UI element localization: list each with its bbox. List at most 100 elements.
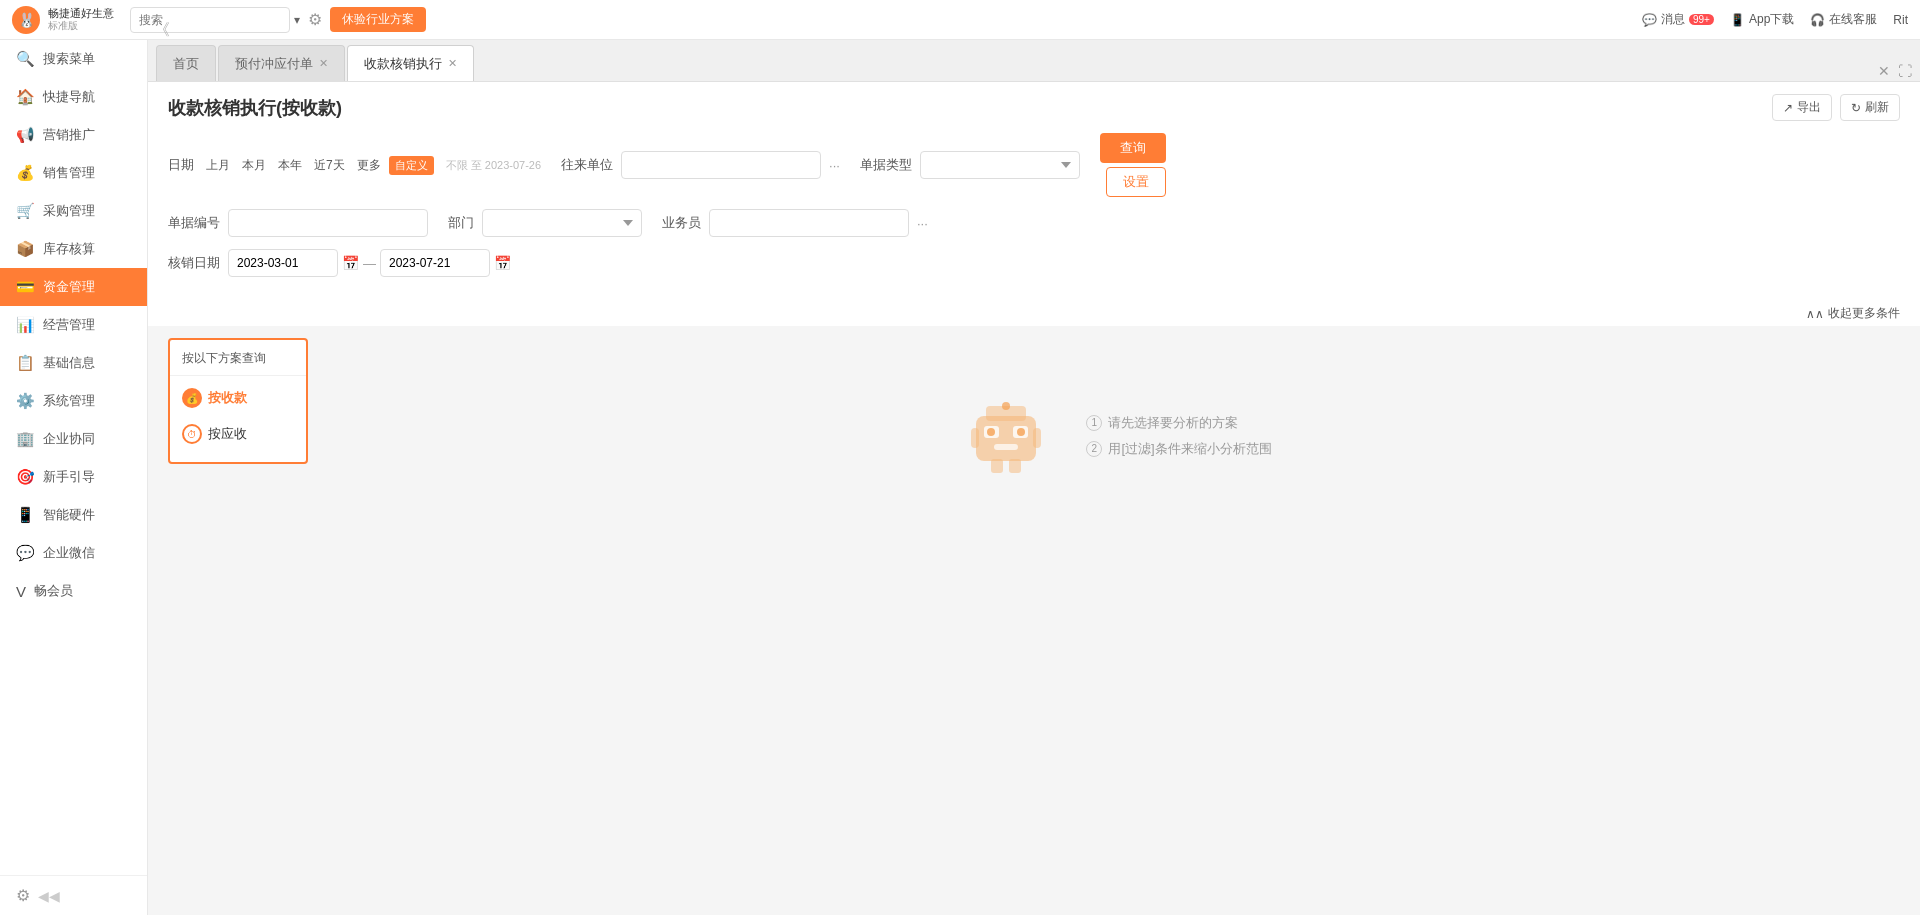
collapse-more-row: ∧∧ 收起更多条件 — [168, 301, 1900, 326]
doc-type-filter: 单据类型 — [860, 151, 1080, 179]
app-download-btn[interactable]: 📱 App下载 — [1730, 11, 1794, 28]
sidebar-item-wechat[interactable]: 💬 企业微信 — [0, 534, 147, 572]
sidebar-item-basic[interactable]: 📋 基础信息 — [0, 344, 147, 382]
sidebar-item-guide[interactable]: 🎯 新手引导 — [0, 458, 147, 496]
operation-icon: 📊 — [16, 316, 35, 334]
topbar: 🐰 畅捷通好生意 标准版 ▾ ⚙ 休验行业方案 💬 消息 99+ 📱 App下载… — [0, 0, 1920, 40]
content-main: 1 请先选择要分析的方案 2 用[过滤]条件来缩小分析范围 — [308, 326, 1920, 546]
finance-icon: 💳 — [16, 278, 35, 296]
date-btn-this-year[interactable]: 本年 — [274, 155, 306, 176]
sidebar-item-sales[interactable]: 💰 销售管理 — [0, 154, 147, 192]
tab-close-all-btn[interactable]: ✕ — [1878, 63, 1890, 79]
empty-state-inner: 1 请先选择要分析的方案 2 用[过滤]条件来缩小分析范围 — [956, 386, 1271, 486]
date-btn-7days[interactable]: 近7天 — [310, 155, 349, 176]
settings-icon[interactable]: ⚙ — [308, 10, 322, 29]
sidebar-item-finance[interactable]: 💳 资金管理 — [0, 268, 147, 306]
collapse-more-btn[interactable]: ∧∧ 收起更多条件 — [1806, 305, 1900, 322]
left-panel: 按以下方案查询 💰 按收款 ⏱ 按应收 — [168, 338, 308, 464]
svg-rect-7 — [994, 444, 1018, 450]
tab-home[interactable]: 首页 — [156, 45, 216, 81]
doc-type-select[interactable] — [920, 151, 1080, 179]
sidebar-item-inventory[interactable]: 📦 库存核算 — [0, 230, 147, 268]
salesman-input[interactable] — [709, 209, 909, 237]
svg-rect-0 — [976, 416, 1036, 461]
export-btn[interactable]: ↗ 导出 — [1772, 94, 1832, 121]
partner-input[interactable] — [621, 151, 821, 179]
marketing-icon: 📢 — [16, 126, 35, 144]
sidebar-collapse-btn[interactable]: ◀◀ — [38, 888, 60, 904]
dept-label: 部门 — [448, 214, 474, 232]
tab-expand-btn[interactable]: ⛶ — [1898, 63, 1912, 79]
date-btn-more[interactable]: 更多 — [353, 155, 385, 176]
sidebar-item-enterprise[interactable]: 🏢 企业协同 — [0, 420, 147, 458]
partner-filter: 往来单位 ··· — [561, 151, 840, 179]
verify-date-filter: 核销日期 📅 — 📅 — [168, 249, 511, 277]
tab-prepay-close[interactable]: ✕ — [319, 58, 328, 69]
salesman-label: 业务员 — [662, 214, 701, 232]
cal-start-icon[interactable]: 📅 — [342, 255, 359, 271]
partner-ellipsis[interactable]: ··· — [829, 158, 840, 173]
sidebar-item-quicknav[interactable]: 🏠 快捷导航 — [0, 78, 147, 116]
inventory-icon: 📦 — [16, 240, 35, 258]
sidebar-item-operation[interactable]: 📊 经营管理 — [0, 306, 147, 344]
main-layout: 🔍 搜索菜单 🏠 快捷导航 📢 营销推广 💰 销售管理 🛒 采购管理 📦 库存核… — [0, 40, 1920, 915]
doc-type-label: 单据类型 — [860, 156, 912, 174]
refresh-btn[interactable]: ↻ 刷新 — [1840, 94, 1900, 121]
sidebar-item-marketing[interactable]: 📢 营销推广 — [0, 116, 147, 154]
sidebar-item-hardware[interactable]: 📱 智能硬件 — [0, 496, 147, 534]
guide-icon: 🎯 — [16, 468, 35, 486]
verify-date-start[interactable] — [228, 249, 338, 277]
cal-end-icon[interactable]: 📅 — [494, 255, 511, 271]
sidebar-item-purchase[interactable]: 🛒 采购管理 — [0, 192, 147, 230]
left-panel-item-receipt[interactable]: 💰 按收款 — [170, 380, 306, 416]
app-logo: 🐰 — [12, 6, 40, 34]
topbar-dropdown-btn[interactable]: ▾ — [294, 13, 300, 27]
partner-label: 往来单位 — [561, 156, 613, 174]
sidebar-item-search[interactable]: 🔍 搜索菜单 — [0, 40, 147, 78]
dept-select[interactable] — [482, 209, 642, 237]
empty-tips: 1 请先选择要分析的方案 2 用[过滤]条件来缩小分析范围 — [1086, 410, 1271, 462]
salesman-ellipsis[interactable]: ··· — [917, 216, 928, 231]
tab-receipt-close[interactable]: ✕ — [448, 58, 457, 69]
settings-filter-btn[interactable]: 设置 — [1106, 167, 1166, 197]
empty-state: 1 请先选择要分析的方案 2 用[过滤]条件来缩小分析范围 — [308, 326, 1920, 546]
left-panel-title: 按以下方案查询 — [170, 350, 306, 376]
filter-row-3: 核销日期 📅 — 📅 — [168, 249, 1900, 289]
query-btn[interactable]: 查询 — [1100, 133, 1166, 163]
settings-bottom-icon[interactable]: ⚙ — [16, 886, 30, 905]
search-icon: 🔍 — [16, 50, 35, 68]
date-btn-last-month[interactable]: 上月 — [202, 155, 234, 176]
tip-item-1: 1 请先选择要分析的方案 — [1086, 410, 1271, 436]
tab-bar: 首页 预付冲应付单 ✕ 收款核销执行 ✕ ✕ ⛶ — [148, 40, 1920, 82]
service-icon: 🎧 — [1810, 13, 1825, 27]
online-service-btn[interactable]: 🎧 在线客服 — [1810, 11, 1877, 28]
svg-rect-9 — [1033, 428, 1041, 448]
message-icon: 💬 — [1642, 13, 1657, 27]
svg-point-6 — [1017, 428, 1025, 436]
doc-num-input[interactable] — [228, 209, 428, 237]
date-btn-this-month[interactable]: 本月 — [238, 155, 270, 176]
page-content: 收款核销执行(按收款) ↗ 导出 ↻ 刷新 — [148, 82, 1920, 915]
message-btn[interactable]: 💬 消息 99+ — [1642, 11, 1714, 28]
verify-date-label: 核销日期 — [168, 254, 220, 272]
sidebar-item-system[interactable]: ⚙️ 系统管理 — [0, 382, 147, 420]
page-title-row: 收款核销执行(按收款) ↗ 导出 ↻ 刷新 — [168, 94, 1900, 121]
date-buttons: 上月 本月 本年 近7天 更多 自定义 — [202, 155, 434, 176]
receivable-mode-icon: ⏱ — [182, 424, 202, 444]
date-btn-custom[interactable]: 自定义 — [389, 156, 434, 175]
user-name[interactable]: Rit — [1893, 13, 1908, 27]
purchase-icon: 🛒 — [16, 202, 35, 220]
svg-point-2 — [1002, 402, 1010, 410]
brand-name: 畅捷通好生意 标准版 — [48, 7, 114, 32]
query-actions: 查询 设置 — [1100, 133, 1166, 197]
industry-btn[interactable]: 休验行业方案 — [330, 7, 426, 32]
left-panel-item-receivable[interactable]: ⏱ 按应收 — [170, 416, 306, 452]
tab-prepay[interactable]: 预付冲应付单 ✕ — [218, 45, 345, 81]
svg-point-5 — [987, 428, 995, 436]
date-label: 日期 — [168, 156, 194, 174]
system-icon: ⚙️ — [16, 392, 35, 410]
sidebar-item-member[interactable]: V 畅会员 — [0, 572, 147, 610]
tab-receipt[interactable]: 收款核销执行 ✕ — [347, 45, 474, 81]
page-title: 收款核销执行(按收款) — [168, 96, 342, 120]
verify-date-end[interactable] — [380, 249, 490, 277]
